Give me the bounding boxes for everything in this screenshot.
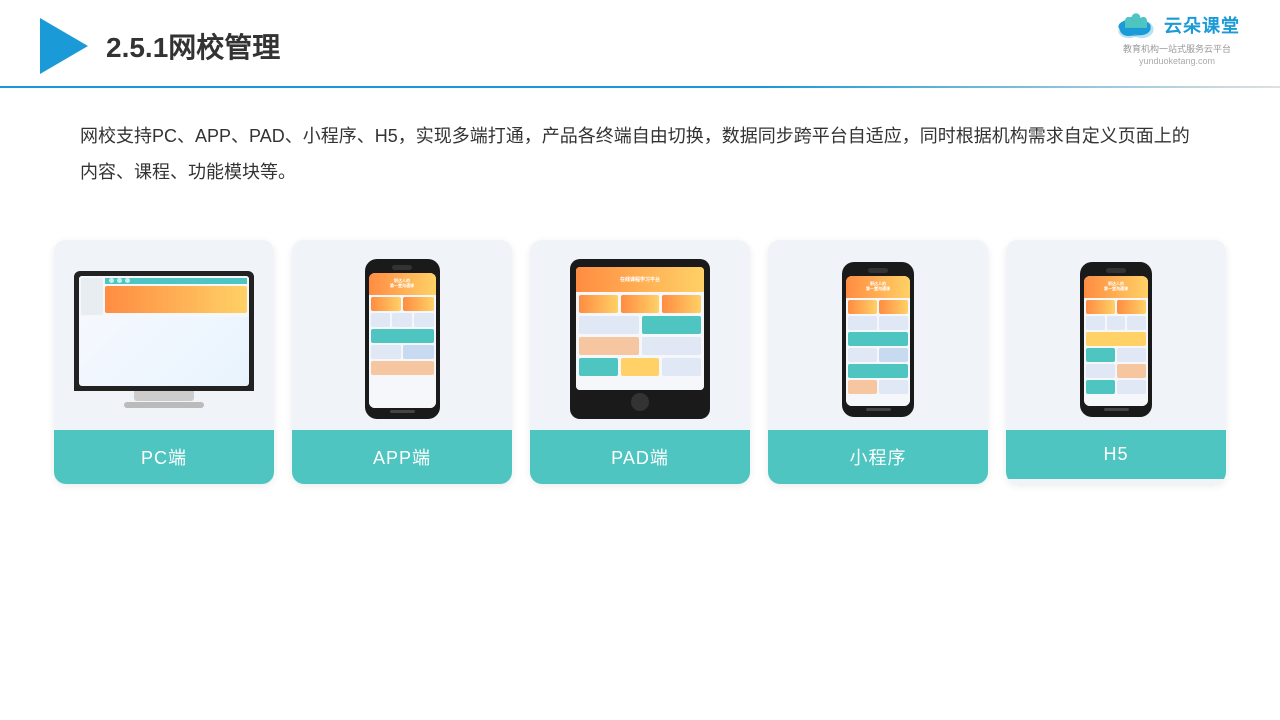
pc-image-area xyxy=(54,240,274,430)
miniapp-image-area: 职达人的第一堂沟通课 xyxy=(768,240,988,430)
app-phone-mock: 职达人的第一堂沟通课 xyxy=(365,259,440,419)
page-header: 2.5.1网校管理 云朵课堂 教育机构一站式服务云平台 yunduoketang… xyxy=(0,0,1280,74)
pc-card: PC端 xyxy=(54,240,274,484)
pad-tablet-mock: 在线课程学习平台 xyxy=(570,259,710,419)
miniapp-card: 职达人的第一堂沟通课 xyxy=(768,240,988,484)
pad-image-area: 在线课程学习平台 xyxy=(530,240,750,430)
brand-tagline: 教育机构一站式服务云平台 xyxy=(1123,42,1231,55)
app-image-area: 职达人的第一堂沟通课 xyxy=(292,240,512,430)
miniapp-phone-mock: 职达人的第一堂沟通课 xyxy=(842,262,914,417)
pc-card-label: PC端 xyxy=(54,430,274,484)
logo-triangle-icon xyxy=(40,18,88,74)
h5-image-area: 职达人的第一堂沟通课 xyxy=(1006,240,1226,430)
h5-card: 职达人的第一堂沟通课 xyxy=(1006,240,1226,484)
h5-phone-mock: 职达人的第一堂沟通课 xyxy=(1080,262,1152,417)
app-card: 职达人的第一堂沟通课 xyxy=(292,240,512,484)
pad-card-label: PAD端 xyxy=(530,430,750,484)
pad-card: 在线课程学习平台 xyxy=(530,240,750,484)
app-card-label: APP端 xyxy=(292,430,512,484)
description-text: 网校支持PC、APP、PAD、小程序、H5，实现多端打通，产品各终端自由切换，数… xyxy=(0,88,1280,210)
pc-mock xyxy=(74,271,254,408)
cards-container: PC端 职达人的第一堂沟通课 xyxy=(0,220,1280,504)
cloud-icon xyxy=(1114,10,1158,40)
brand-name: 云朵课堂 xyxy=(1164,12,1240,38)
brand-url: yunduoketang.com xyxy=(1139,56,1215,66)
brand-logo: 云朵课堂 教育机构一站式服务云平台 yunduoketang.com xyxy=(1114,10,1240,66)
page-title: 2.5.1网校管理 xyxy=(106,26,280,66)
miniapp-card-label: 小程序 xyxy=(768,430,988,484)
h5-card-label: H5 xyxy=(1006,430,1226,479)
